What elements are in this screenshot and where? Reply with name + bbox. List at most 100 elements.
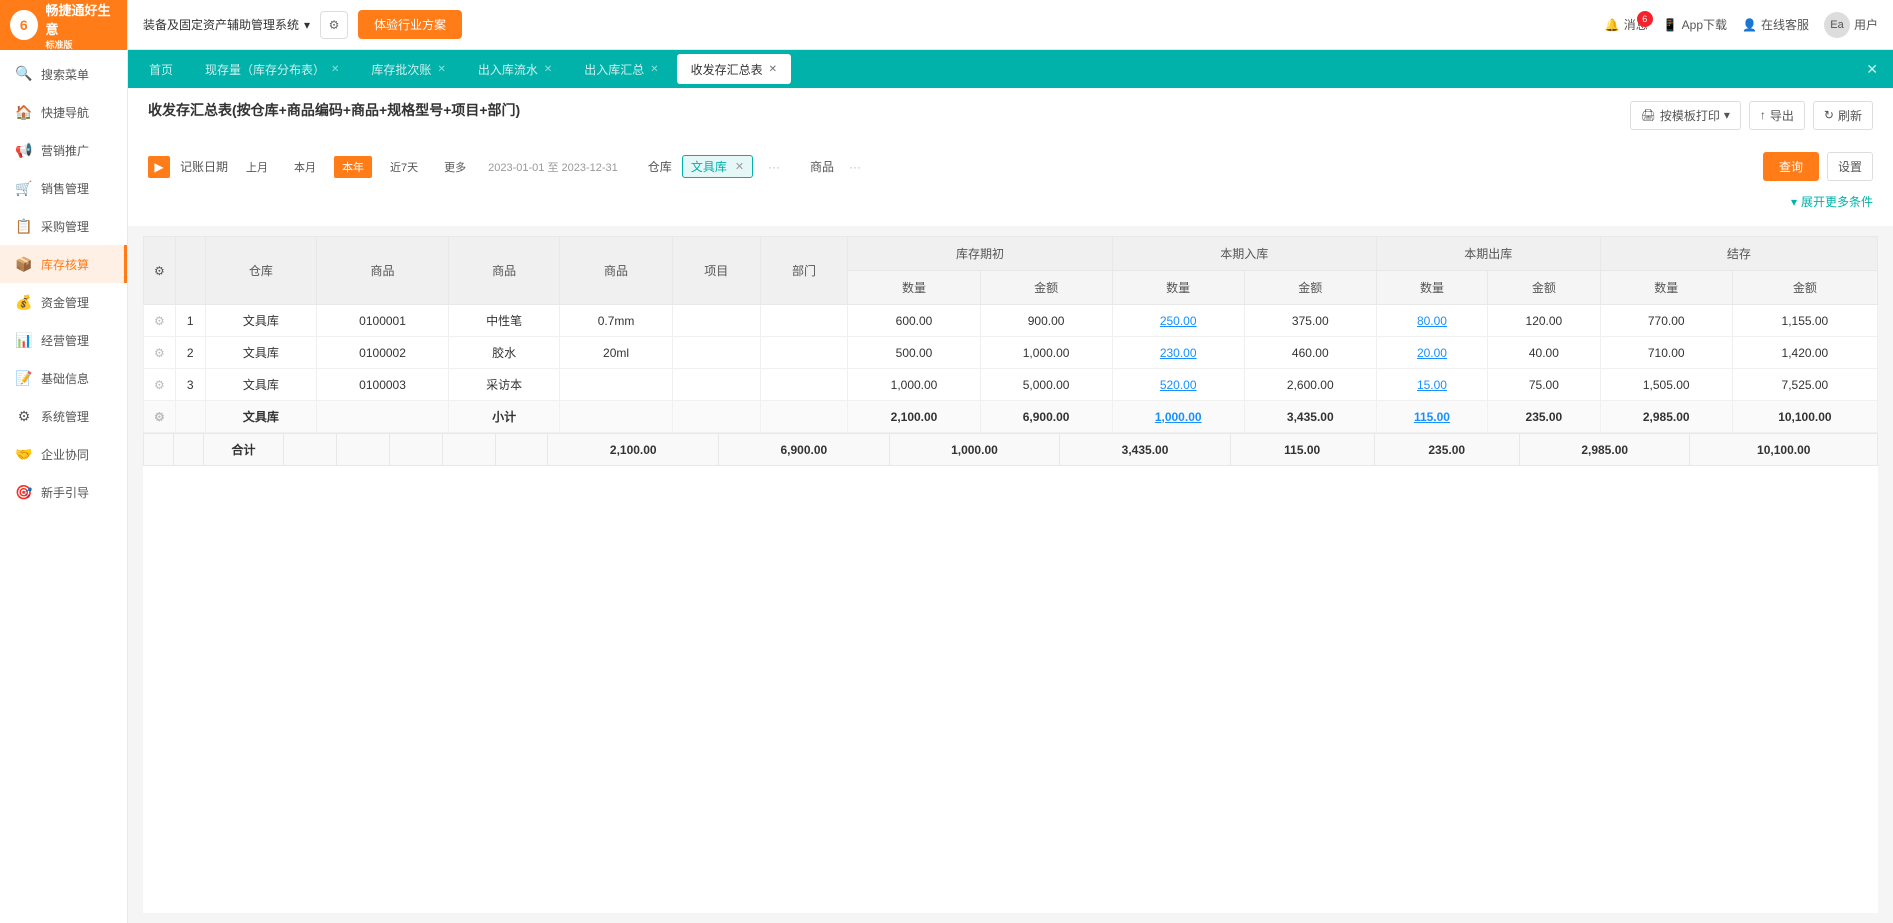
sidebar-item-purchase[interactable]: 📋 采购管理 xyxy=(0,207,127,245)
date-label: 记账日期 xyxy=(180,158,228,175)
tab-close-icon[interactable]: ✕ xyxy=(650,64,658,75)
sidebar-item-marketing[interactable]: 📢 营销推广 xyxy=(0,131,127,169)
col-name: 采访本 xyxy=(449,369,560,401)
tab-label: 收发存汇总表 xyxy=(691,61,763,78)
refresh-button[interactable]: ↻ 刷新 xyxy=(1813,101,1873,130)
filter-toggle[interactable]: ▶ xyxy=(148,156,170,178)
total-out-amt: 235.00 xyxy=(1374,434,1519,466)
trial-button[interactable]: 体验行业方案 xyxy=(358,10,462,39)
page-title: 收发存汇总表(按仓库+商品编码+商品+规格型号+项目+部门) xyxy=(148,100,520,120)
col-no: 2 xyxy=(175,337,205,369)
col-warehouse: 文具库 xyxy=(205,369,316,401)
tab-close-icon[interactable]: ✕ xyxy=(544,64,552,75)
bell-icon: 🔔 xyxy=(1605,18,1620,32)
system-title: 装备及固定资产辅助管理系统 xyxy=(143,16,299,33)
sidebar-item-system[interactable]: ⚙ 系统管理 xyxy=(0,397,127,435)
sidebar-item-guide[interactable]: 🎯 新手引导 xyxy=(0,473,127,511)
underline-link[interactable]: 20.00 xyxy=(1417,346,1447,360)
col-open-amt: 900.00 xyxy=(980,305,1112,337)
settings-icon: ⚙ xyxy=(154,314,165,328)
col-open-qty: 1,000.00 xyxy=(848,369,980,401)
template-print-button[interactable]: 🖨 按模板打印 ▾ xyxy=(1630,101,1741,130)
top-bar: 装备及固定资产辅助管理系统 ▾ ⚙ 体验行业方案 🔔 消息 6 📱 App下载 … xyxy=(128,0,1893,50)
date-btn-this-year[interactable]: 本年 xyxy=(334,156,372,178)
underline-link[interactable]: 15.00 xyxy=(1417,378,1447,392)
tab-close-icon[interactable]: ✕ xyxy=(437,64,445,75)
refresh-label: 刷新 xyxy=(1838,107,1862,124)
col-in-qty: 1,000.00 xyxy=(1112,401,1244,433)
table-container: ⚙ 仓库 商品 商品 商品 项目 部门 库存期初 本期入库 本期出库 结存 xyxy=(143,236,1878,913)
top-bar-left: 装备及固定资产辅助管理系统 ▾ ⚙ 体验行业方案 xyxy=(143,10,462,39)
expand-label: 展开更多条件 xyxy=(1801,193,1873,210)
main-content: 装备及固定资产辅助管理系统 ▾ ⚙ 体验行业方案 🔔 消息 6 📱 App下载 … xyxy=(128,0,1893,923)
query-button[interactable]: 查询 xyxy=(1763,152,1819,181)
underline-link[interactable]: 520.00 xyxy=(1160,378,1197,392)
user-menu[interactable]: Ea 用户 xyxy=(1824,12,1878,38)
underline-link[interactable]: 1,000.00 xyxy=(1155,410,1202,424)
warehouse-more[interactable]: ··· xyxy=(768,160,780,174)
settings-icon: ⚙ xyxy=(154,410,165,424)
sidebar-item-enterprise[interactable]: 🤝 企业协同 xyxy=(0,435,127,473)
sidebar-item-operations[interactable]: 📊 经营管理 xyxy=(0,321,127,359)
query-btn-area: 查询 设置 xyxy=(1763,152,1873,181)
col-no-header xyxy=(175,237,205,305)
date-range: 2023-01-01 至 2023-12-31 xyxy=(488,159,618,175)
content-wrapper: 收发存汇总表(按仓库+商品编码+商品+规格型号+项目+部门) 🖨 按模板打印 ▾… xyxy=(128,88,1893,923)
sidebar-item-label: 快捷导航 xyxy=(41,104,89,121)
col-out-amt: 40.00 xyxy=(1488,337,1601,369)
sidebar-item-quick-nav[interactable]: 🏠 快捷导航 xyxy=(0,93,127,131)
col-project-header: 项目 xyxy=(672,237,760,305)
table-body: ⚙1文具库0100001中性笔0.7mm600.00900.00250.0037… xyxy=(144,305,1878,433)
sidebar-item-search[interactable]: 🔍 搜索菜单 xyxy=(0,55,127,93)
tabs-close-all[interactable]: ✕ xyxy=(1856,61,1888,78)
online-service-button[interactable]: 👤 在线客服 xyxy=(1742,16,1809,33)
app-download-button[interactable]: 📱 App下载 xyxy=(1663,16,1727,33)
tab-flow[interactable]: 出入库流水 ✕ xyxy=(464,54,566,84)
column-settings-button[interactable]: 设置 xyxy=(1827,152,1873,181)
sidebar-item-sales[interactable]: 🛒 销售管理 xyxy=(0,169,127,207)
date-btn-more[interactable]: 更多 xyxy=(436,156,474,178)
settings-button[interactable]: ⚙ xyxy=(320,11,348,39)
sidebar-item-basic-info[interactable]: 📝 基础信息 xyxy=(0,359,127,397)
notification-button[interactable]: 🔔 消息 6 xyxy=(1605,16,1648,33)
col-settings: ⚙ xyxy=(144,369,176,401)
expand-button[interactable]: ▾ 展开更多条件 xyxy=(1791,193,1873,210)
col-settings-header[interactable]: ⚙ xyxy=(144,237,176,305)
total-in-amt: 3,435.00 xyxy=(1060,434,1231,466)
page-action-bar: 🖨 按模板打印 ▾ ↑ 导出 ↻ 刷新 xyxy=(1630,101,1873,130)
tab-close-icon[interactable]: ✕ xyxy=(331,64,339,75)
total-bal-amt: 10,100.00 xyxy=(1690,434,1878,466)
tab-close-icon[interactable]: ✕ xyxy=(769,64,777,75)
warehouse-tag-close[interactable]: ✕ xyxy=(735,160,744,173)
underline-link[interactable]: 250.00 xyxy=(1160,314,1197,328)
system-selector[interactable]: 装备及固定资产辅助管理系统 ▾ xyxy=(143,16,310,33)
tab-recv-send[interactable]: 收发存汇总表 ✕ xyxy=(677,54,791,84)
date-btn-7days[interactable]: 近7天 xyxy=(382,156,426,178)
sidebar-item-inventory[interactable]: 📦 库存核算 xyxy=(0,245,127,283)
tab-summary[interactable]: 出入库汇总 ✕ xyxy=(570,54,672,84)
tab-home[interactable]: 首页 xyxy=(135,54,187,84)
col-bal-qty: 710.00 xyxy=(1600,337,1732,369)
tab-label: 出入库汇总 xyxy=(584,61,644,78)
user-label: 用户 xyxy=(1854,16,1878,33)
date-btn-last-month[interactable]: 上月 xyxy=(238,156,276,178)
tab-inventory-dist[interactable]: 现存量（库存分布表） ✕ xyxy=(191,54,353,84)
goods-more[interactable]: ··· xyxy=(849,160,861,174)
system-icon: ⚙ xyxy=(15,407,33,425)
table-row: ⚙1文具库0100001中性笔0.7mm600.00900.00250.0037… xyxy=(144,305,1878,337)
tab-batch[interactable]: 库存批次账 ✕ xyxy=(357,54,459,84)
total-project xyxy=(442,434,495,466)
avatar-text: Ea xyxy=(1830,19,1843,31)
sidebar-item-finance[interactable]: 💰 资金管理 xyxy=(0,283,127,321)
underline-link[interactable]: 230.00 xyxy=(1160,346,1197,360)
marketing-icon: 📢 xyxy=(15,141,33,159)
underline-link[interactable]: 115.00 xyxy=(1414,410,1450,424)
export-button[interactable]: ↑ 导出 xyxy=(1749,101,1805,130)
date-btn-this-month[interactable]: 本月 xyxy=(286,156,324,178)
col-in-amt: 2,600.00 xyxy=(1244,369,1376,401)
settings-icon: ⚙ xyxy=(154,264,165,278)
underline-link[interactable]: 80.00 xyxy=(1417,314,1447,328)
refresh-icon: ↻ xyxy=(1824,108,1834,122)
col-in-amt: 375.00 xyxy=(1244,305,1376,337)
col-in-qty-header: 数量 xyxy=(1112,271,1244,305)
